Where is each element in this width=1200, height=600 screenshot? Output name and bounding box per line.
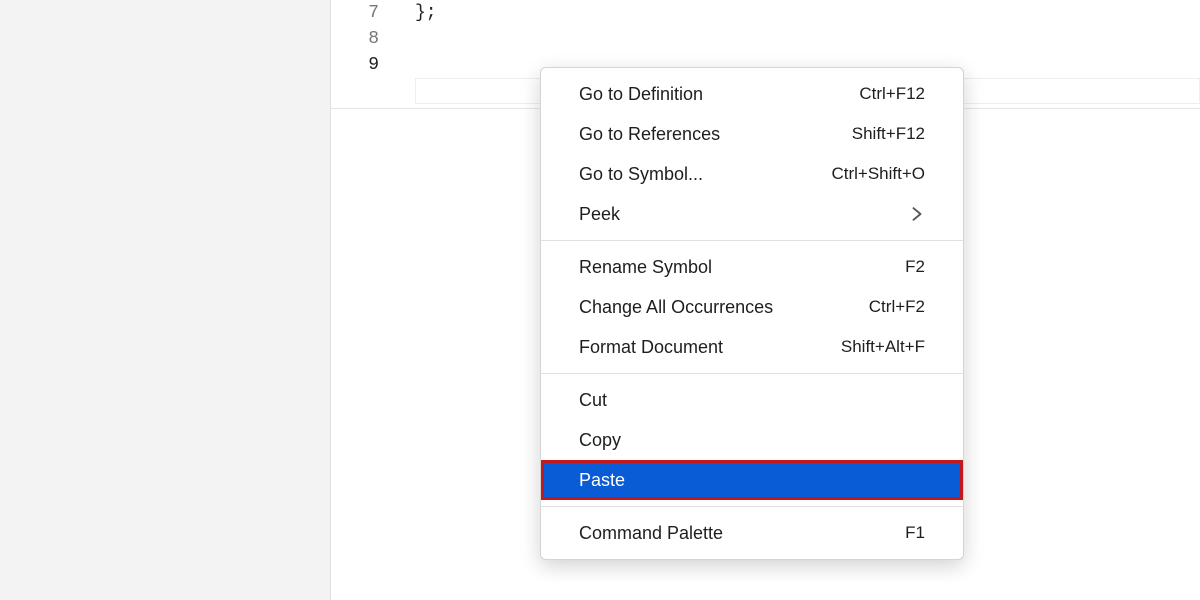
line-number-active: 9: [331, 52, 403, 78]
menu-item-shortcut: Ctrl+F12: [859, 84, 925, 104]
menu-item-label: Peek: [579, 204, 909, 225]
line-number: 7: [331, 0, 403, 26]
menu-separator: [541, 373, 963, 374]
menu-item-label: Go to Definition: [579, 84, 835, 105]
menu-item-shortcut: Ctrl+Shift+O: [831, 164, 925, 184]
line-number-gutter: 7 8 9: [331, 0, 403, 600]
menu-item-shortcut: F1: [905, 523, 925, 543]
menu-item-go-to-definition[interactable]: Go to Definition Ctrl+F12: [541, 74, 963, 114]
menu-item-label: Change All Occurrences: [579, 297, 845, 318]
menu-item-label: Format Document: [579, 337, 817, 358]
menu-item-command-palette[interactable]: Command Palette F1: [541, 513, 963, 553]
context-menu: Go to Definition Ctrl+F12 Go to Referenc…: [540, 67, 964, 560]
menu-separator: [541, 240, 963, 241]
menu-item-shortcut: F2: [905, 257, 925, 277]
menu-item-shortcut: Shift+Alt+F: [841, 337, 925, 357]
menu-item-copy[interactable]: Copy: [541, 420, 963, 460]
menu-item-shortcut: Shift+F12: [852, 124, 925, 144]
code-line-8[interactable]: [415, 26, 1200, 52]
menu-item-rename-symbol[interactable]: Rename Symbol F2: [541, 247, 963, 287]
menu-item-format-document[interactable]: Format Document Shift+Alt+F: [541, 327, 963, 367]
menu-item-label: Command Palette: [579, 523, 881, 544]
menu-item-peek[interactable]: Peek: [541, 194, 963, 234]
menu-item-label: Paste: [579, 470, 925, 491]
menu-item-go-to-symbol[interactable]: Go to Symbol... Ctrl+Shift+O: [541, 154, 963, 194]
chevron-right-icon: [909, 206, 925, 222]
line-number: 8: [331, 26, 403, 52]
menu-item-label: Go to References: [579, 124, 828, 145]
menu-separator: [541, 506, 963, 507]
menu-item-label: Cut: [579, 390, 925, 411]
menu-item-go-to-references[interactable]: Go to References Shift+F12: [541, 114, 963, 154]
menu-item-change-all-occurrences[interactable]: Change All Occurrences Ctrl+F2: [541, 287, 963, 327]
menu-item-label: Rename Symbol: [579, 257, 881, 278]
menu-item-paste[interactable]: Paste: [541, 460, 963, 500]
menu-item-shortcut: Ctrl+F2: [869, 297, 925, 317]
menu-item-label: Copy: [579, 430, 925, 451]
menu-item-cut[interactable]: Cut: [541, 380, 963, 420]
menu-item-label: Go to Symbol...: [579, 164, 807, 185]
code-line-7[interactable]: };: [415, 0, 1200, 26]
left-panel-blank: [0, 0, 330, 600]
